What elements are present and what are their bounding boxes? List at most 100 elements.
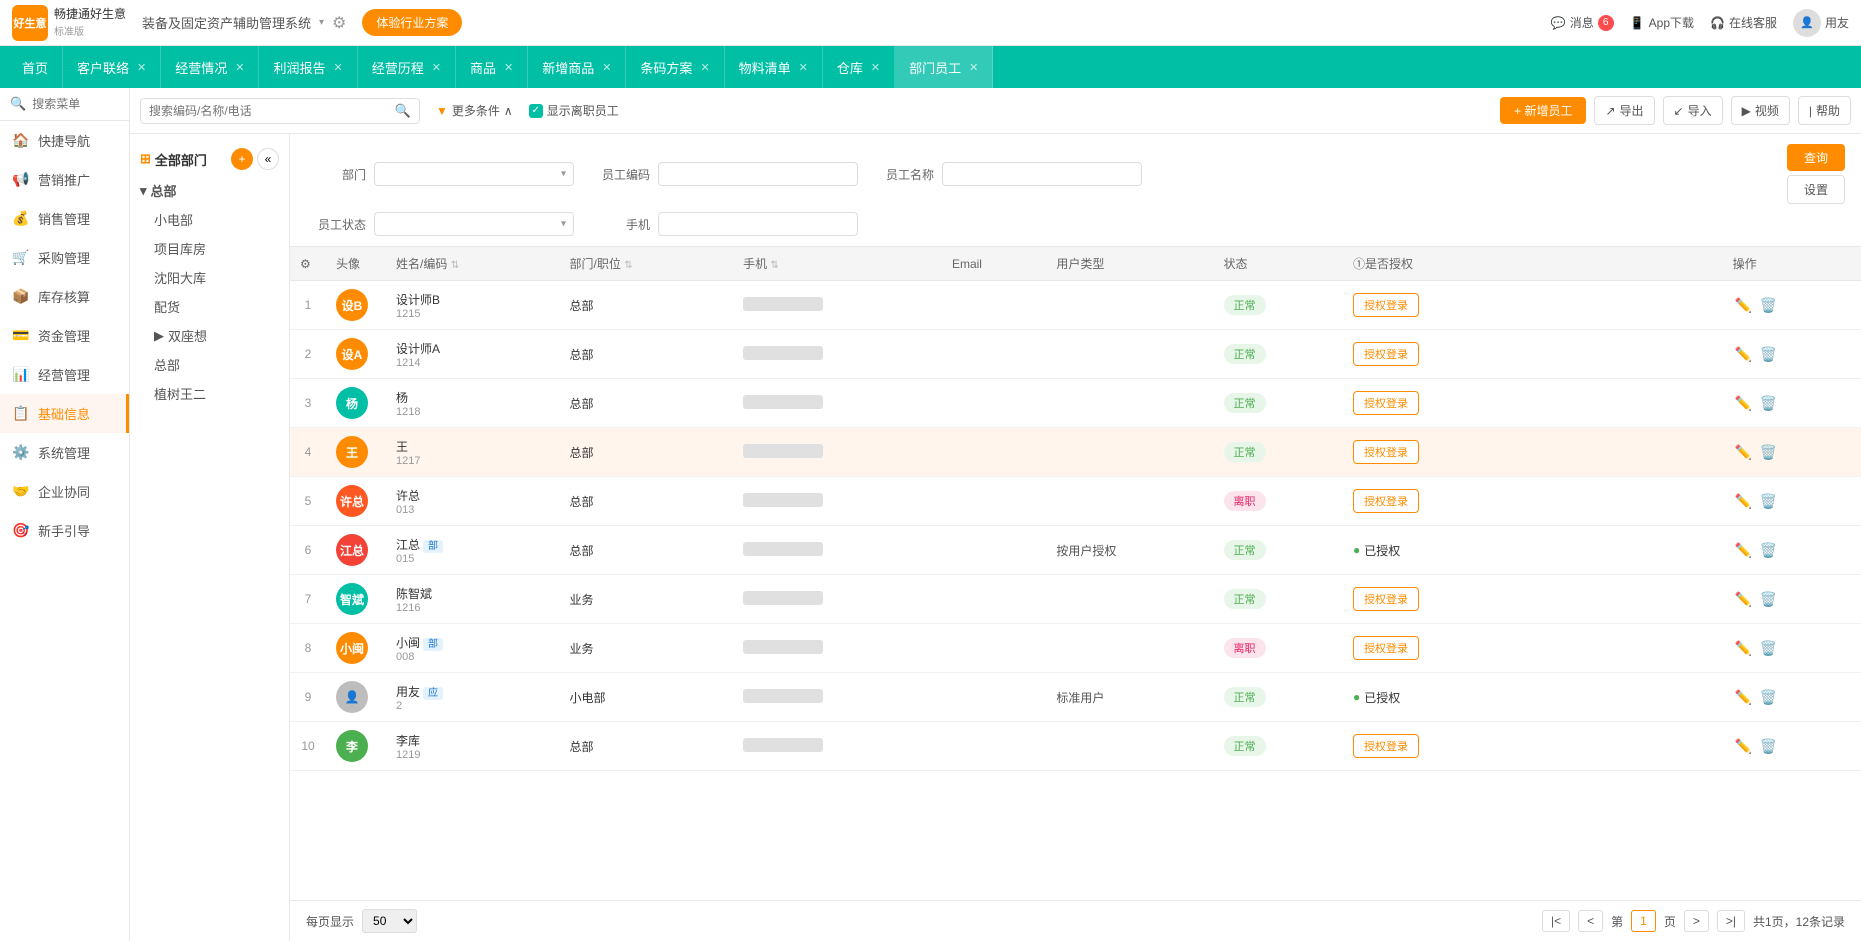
user-menu[interactable]: 👤 用友 [1793, 9, 1849, 37]
tree-node-zongbu[interactable]: ▾ 总部 [130, 176, 289, 205]
sidebar-item-finance[interactable]: 💳 资金管理 [0, 316, 129, 355]
edit-button[interactable]: ✏️ [1733, 491, 1754, 512]
empcode-input[interactable] [658, 162, 858, 186]
first-page-button[interactable]: |< [1542, 910, 1570, 932]
edit-button[interactable]: ✏️ [1733, 638, 1754, 659]
tab-customer[interactable]: 客户联络✕ [63, 46, 161, 88]
delete-button[interactable]: 🗑️ [1757, 687, 1778, 708]
edit-button[interactable]: ✏️ [1733, 687, 1754, 708]
close-icon[interactable]: ✕ [432, 61, 441, 74]
more-filter-button[interactable]: ▼ 更多条件 ∧ [428, 98, 521, 123]
edit-button[interactable]: ✏️ [1733, 540, 1754, 561]
auth-login-button[interactable]: 授权登录 [1353, 391, 1419, 415]
edit-button[interactable]: ✏️ [1733, 295, 1754, 316]
settings-icon[interactable]: ⚙ [332, 13, 346, 33]
tab-new-goods[interactable]: 新增商品✕ [528, 46, 626, 88]
delete-button[interactable]: 🗑️ [1757, 540, 1778, 561]
next-page-button[interactable]: > [1684, 910, 1709, 932]
tab-employee[interactable]: 部门员工✕ [895, 46, 993, 88]
trial-button[interactable]: 体验行业方案 [362, 9, 462, 36]
tree-node-zhishu[interactable]: 植树王二 [130, 379, 289, 408]
tab-bom[interactable]: 物料清单✕ [725, 46, 823, 88]
close-icon[interactable]: ✕ [137, 61, 146, 74]
auth-login-button[interactable]: 授权登录 [1353, 293, 1419, 317]
prev-page-button[interactable]: < [1578, 910, 1603, 932]
sidebar-item-quicknav[interactable]: 🏠 快捷导航 [0, 121, 129, 160]
set-button[interactable]: 设置 [1787, 175, 1845, 204]
sidebar-search-input[interactable] [32, 97, 119, 111]
tree-node-project[interactable]: 项目库房 [130, 234, 289, 263]
close-icon[interactable]: ✕ [334, 61, 343, 74]
tab-barcode[interactable]: 条码方案✕ [626, 46, 724, 88]
close-icon[interactable]: ✕ [799, 61, 808, 74]
help-button[interactable]: | 帮助 [1798, 96, 1851, 125]
delete-button[interactable]: 🗑️ [1757, 344, 1778, 365]
sidebar-item-sales[interactable]: 💰 销售管理 [0, 199, 129, 238]
employee-search-input[interactable] [149, 104, 391, 118]
app-download-btn[interactable]: 📱 App下载 [1630, 14, 1694, 31]
empstatus-select[interactable] [374, 212, 574, 236]
sidebar-item-marketing[interactable]: 📢 营销推广 [0, 160, 129, 199]
edit-button[interactable]: ✏️ [1733, 442, 1754, 463]
tree-node-zongbu2[interactable]: 总部 [130, 350, 289, 379]
delete-button[interactable]: 🗑️ [1757, 442, 1778, 463]
phone-input[interactable] [658, 212, 858, 236]
tree-node-xiaodian[interactable]: 小电部 [130, 205, 289, 234]
tab-history[interactable]: 经营历程✕ [358, 46, 456, 88]
tree-node-shenyang[interactable]: 沈阳大库 [130, 263, 289, 292]
delete-button[interactable]: 🗑️ [1757, 638, 1778, 659]
show-resigned-checkbox[interactable]: ✓ 显示离职员工 [529, 102, 619, 119]
add-dept-button[interactable]: + [231, 148, 253, 170]
sidebar-item-system[interactable]: ⚙️ 系统管理 [0, 433, 129, 472]
delete-button[interactable]: 🗑️ [1757, 736, 1778, 757]
tab-goods[interactable]: 商品✕ [456, 46, 528, 88]
auth-login-button[interactable]: 授权登录 [1353, 636, 1419, 660]
close-icon[interactable]: ✕ [235, 61, 244, 74]
tab-profit[interactable]: 利润报告✕ [259, 46, 357, 88]
sidebar-item-basic[interactable]: 📋 基础信息 [0, 394, 129, 433]
last-page-button[interactable]: >| [1717, 910, 1745, 932]
edit-button[interactable]: ✏️ [1733, 589, 1754, 610]
close-icon[interactable]: ✕ [871, 61, 880, 74]
close-icon[interactable]: ✕ [602, 61, 611, 74]
sidebar-item-purchase[interactable]: 🛒 采购管理 [0, 238, 129, 277]
auth-login-button[interactable]: 授权登录 [1353, 440, 1419, 464]
empname-input[interactable] [942, 162, 1142, 186]
close-icon[interactable]: ✕ [504, 61, 513, 74]
edit-button[interactable]: ✏️ [1733, 344, 1754, 365]
tab-home[interactable]: 首页 [8, 46, 63, 88]
auth-login-button[interactable]: 授权登录 [1353, 489, 1419, 513]
auth-login-button[interactable]: 授权登录 [1353, 342, 1419, 366]
dept-select[interactable] [374, 162, 574, 186]
tab-operation[interactable]: 经营情况✕ [161, 46, 259, 88]
collapse-tree-button[interactable]: « [257, 148, 279, 170]
delete-button[interactable]: 🗑️ [1757, 295, 1778, 316]
edit-button[interactable]: ✏️ [1733, 736, 1754, 757]
th-dept[interactable]: 部门/职位 ⇅ [560, 247, 734, 281]
close-icon[interactable]: ✕ [700, 61, 709, 74]
sidebar-item-management[interactable]: 📊 经营管理 [0, 355, 129, 394]
delete-button[interactable]: 🗑️ [1757, 393, 1778, 414]
add-employee-button[interactable]: + 新增员工 [1500, 97, 1586, 124]
close-icon[interactable]: ✕ [969, 61, 978, 74]
th-name[interactable]: 姓名/编码 ⇅ [386, 247, 560, 281]
video-button[interactable]: ▶ 视频 [1731, 96, 1790, 125]
page-size-select[interactable]: 50 100 [362, 909, 417, 933]
delete-button[interactable]: 🗑️ [1757, 491, 1778, 512]
export-button[interactable]: ↗ 导出 [1594, 96, 1654, 125]
sys-title-arrow[interactable]: ▾ [319, 17, 324, 28]
sidebar-item-guide[interactable]: 🎯 新手引导 [0, 511, 129, 550]
sidebar-item-inventory[interactable]: 📦 库存核算 [0, 277, 129, 316]
import-button[interactable]: ↙ 导入 [1663, 96, 1723, 125]
search-button[interactable]: 查询 [1787, 144, 1845, 171]
auth-login-button[interactable]: 授权登录 [1353, 734, 1419, 758]
tree-node-peihuo[interactable]: 配货 [130, 292, 289, 321]
settings-col-icon[interactable]: ⚙ [300, 257, 311, 271]
edit-button[interactable]: ✏️ [1733, 393, 1754, 414]
tab-warehouse[interactable]: 仓库✕ [823, 46, 895, 88]
message-btn[interactable]: 💬 消息 6 [1551, 14, 1614, 31]
online-service-btn[interactable]: 🎧 在线客服 [1710, 14, 1777, 31]
auth-login-button[interactable]: 授权登录 [1353, 587, 1419, 611]
delete-button[interactable]: 🗑️ [1757, 589, 1778, 610]
sidebar-item-collab[interactable]: 🤝 企业协同 [0, 472, 129, 511]
